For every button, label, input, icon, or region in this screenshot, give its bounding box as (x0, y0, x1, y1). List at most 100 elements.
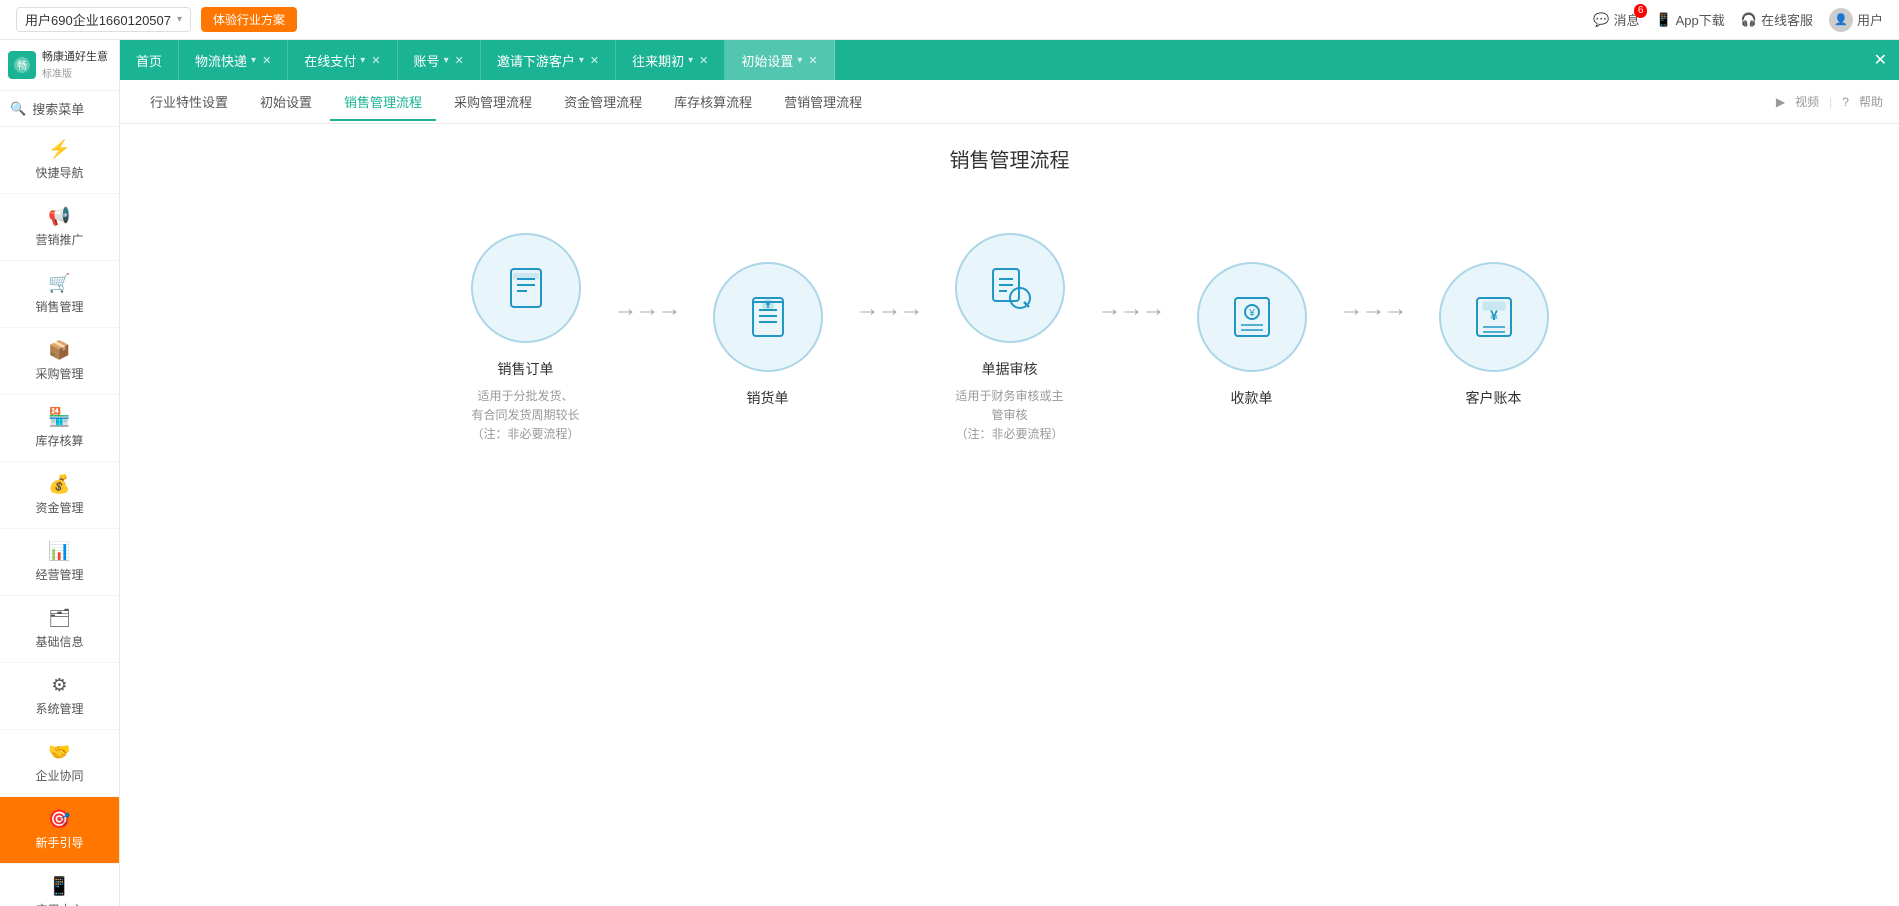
user-label: 用户 (1857, 10, 1883, 29)
company-selector[interactable]: 用户690企业1660120507 ▾ (16, 7, 191, 32)
top-bar: 用户690企业1660120507 ▾ 体验行业方案 💬 消息 6 📱 App下… (0, 0, 1899, 40)
divider: | (1829, 95, 1832, 109)
trial-button[interactable]: 体验行业方案 (201, 7, 297, 32)
nav-tab-close-2[interactable]: ✕ (371, 54, 380, 67)
online-service-item[interactable]: 🎧 在线客服 (1741, 10, 1813, 29)
svg-text:¥: ¥ (1248, 308, 1255, 319)
help-label[interactable]: 帮助 (1859, 93, 1883, 110)
app-download-icon: 📱 (1655, 12, 1671, 28)
svg-text:畅: 畅 (17, 59, 27, 72)
flow-step-name-customer-account: 客户账本 (1466, 388, 1522, 408)
flow-arrow-4: →→→ (1332, 295, 1414, 323)
video-label[interactable]: 视频 (1795, 93, 1819, 110)
nav-tab-0[interactable]: 首页 (120, 40, 179, 80)
sidebar-item-enterprise-coop[interactable]: 🤝企业协同 (0, 730, 119, 797)
marketing-label: 营销推广 (35, 231, 83, 248)
sidebar-logo: 畅 畅康通好生意 标准版 (0, 40, 119, 91)
avatar: 👤 (1829, 8, 1853, 32)
flow-step-desc-audit: 适用于财务审核或主 管审核 （注：非必要流程） (955, 387, 1063, 445)
nav-tab-label-2: 在线支付 (304, 51, 356, 70)
sidebar-item-purchase[interactable]: 📦采购管理 (0, 328, 119, 395)
message-icon-item[interactable]: 💬 消息 6 (1593, 10, 1639, 29)
sub-tab-6[interactable]: 营销管理流程 (770, 84, 876, 121)
message-badge: 6 (1634, 4, 1648, 18)
flow-step-name-receipt: 收款单 (1231, 388, 1273, 408)
sub-tab-2[interactable]: 销售管理流程 (330, 84, 436, 121)
company-name: 用户690企业1660120507 (25, 10, 171, 29)
flow-diagram: 销售订单适用于分批发货、 有合同发货周期较长 （注：非必要流程）→→→ 销货单→… (140, 213, 1879, 485)
sub-tab-1[interactable]: 初始设置 (246, 84, 326, 121)
finance-label: 资金管理 (35, 499, 83, 516)
quick-nav-icon: ⚡ (48, 139, 70, 160)
nav-tab-label-1: 物流快递 (195, 51, 247, 70)
sidebar-item-new-guide[interactable]: 🎯新手引导 (0, 797, 119, 864)
flow-step-customer-account[interactable]: ¥ 客户账本 (1414, 262, 1574, 416)
nav-tab-label-5: 往来期初 (632, 51, 684, 70)
nav-tab-6[interactable]: 初始设置 ▾✕ (725, 40, 834, 80)
sub-tab-4[interactable]: 资金管理流程 (550, 84, 656, 121)
nav-tab-label-6: 初始设置 (741, 51, 793, 70)
sidebar-item-finance[interactable]: 💰 资金管理 (0, 462, 119, 529)
message-icon: 💬 (1593, 12, 1609, 28)
video-help-icon: ▶ (1776, 95, 1785, 109)
sidebar-item-inventory[interactable]: 🏪 库存核算 (0, 395, 119, 462)
sidebar-item-operation[interactable]: 📊经营管理 (0, 529, 119, 596)
system-label: 系统管理 (35, 700, 83, 717)
finance-icon: 💰 (48, 474, 70, 495)
nav-tabs: 首页物流快递 ▾✕在线支付 ▾✕账号 ▾✕邀请下游客户 ▾✕往来期初 ▾✕初始设… (120, 40, 1899, 80)
flow-step-name-sales-order: 销售订单 (498, 359, 554, 379)
sub-tabs-container: 行业特性设置初始设置销售管理流程采购管理流程资金管理流程库存核算流程营销管理流程 (136, 84, 1772, 120)
nav-tabs-container: 首页物流快递 ▾✕在线支付 ▾✕账号 ▾✕邀请下游客户 ▾✕往来期初 ▾✕初始设… (120, 40, 1862, 80)
close-all-tabs-button[interactable]: ✕ (1862, 50, 1899, 70)
nav-tab-close-1[interactable]: ✕ (262, 54, 271, 67)
nav-tab-label-0: 首页 (136, 51, 162, 70)
sidebar-item-app-center[interactable]: 📱应用中心 (0, 864, 119, 906)
nav-tab-label-4: 邀请下游客户 (497, 51, 575, 70)
nav-tab-close-4[interactable]: ✕ (590, 54, 599, 67)
flow-circle-sales-order (471, 233, 581, 343)
logo-name: 畅康通好生意 (42, 50, 108, 65)
marketing-icon: 📢 (48, 206, 70, 227)
logo-icon: 畅 (8, 51, 36, 79)
flow-circle-audit (955, 233, 1065, 343)
user-item[interactable]: 👤 用户 (1829, 8, 1883, 32)
sidebar-item-system[interactable]: ⚙系统管理 (0, 663, 119, 730)
nav-tab-2[interactable]: 在线支付 ▾✕ (288, 40, 397, 80)
basic-label: 基础信息 (35, 633, 83, 650)
inventory-icon: 🏪 (48, 407, 70, 428)
page-content: 销售管理流程 销售订单适用于分批发货、 有合同发货周期较长 （注：非必要流程）→… (120, 124, 1899, 906)
purchase-label: 采购管理 (35, 365, 83, 382)
logo-text-block: 畅康通好生意 标准版 (42, 50, 108, 80)
nav-tab-label-3: 账号 (414, 51, 440, 70)
sub-tab-actions: ▶ 视频 | ? 帮助 (1776, 93, 1883, 110)
inventory-label: 库存核算 (35, 432, 83, 449)
logo-svg: 畅 (12, 55, 32, 75)
sidebar-item-basic[interactable]: 🗂基础信息 (0, 596, 119, 663)
nav-tab-close-3[interactable]: ✕ (455, 54, 464, 67)
flow-step-audit[interactable]: 单据审核适用于财务审核或主 管审核 （注：非必要流程） (930, 233, 1090, 445)
sub-tab-5[interactable]: 库存核算流程 (660, 84, 766, 121)
top-bar-left: 用户690企业1660120507 ▾ 体验行业方案 (16, 7, 297, 32)
sidebar-item-marketing[interactable]: 📢 营销推广 (0, 194, 119, 261)
nav-tab-5[interactable]: 往来期初 ▾✕ (616, 40, 725, 80)
app-download-item[interactable]: 📱 App下载 (1655, 10, 1724, 29)
nav-tab-chevron-4: ▾ (579, 55, 584, 66)
flow-arrow-1: →→→ (606, 295, 688, 323)
sidebar-item-sales[interactable]: 🛒销售管理 (0, 261, 119, 328)
flow-step-receipt[interactable]: ¥ 收款单 (1172, 262, 1332, 416)
sidebar-search[interactable]: 🔍 搜索菜单 (0, 91, 119, 127)
nav-tab-4[interactable]: 邀请下游客户 ▾ ✕ (481, 40, 616, 80)
flow-step-sales-order[interactable]: 销售订单适用于分批发货、 有合同发货周期较长 （注：非必要流程） (446, 233, 606, 445)
sidebar-item-quick-nav[interactable]: ⚡ 快捷导航 (0, 127, 119, 194)
flow-step-sales-invoice[interactable]: 销货单 (688, 262, 848, 416)
nav-tab-1[interactable]: 物流快递 ▾✕ (179, 40, 288, 80)
flow-circle-receipt: ¥ (1197, 262, 1307, 372)
sub-tab-3[interactable]: 采购管理流程 (440, 84, 546, 121)
nav-tab-close-6[interactable]: ✕ (808, 54, 817, 67)
nav-tab-3[interactable]: 账号 ▾✕ (398, 40, 481, 80)
sub-tab-0[interactable]: 行业特性设置 (136, 84, 242, 121)
nav-tab-close-5[interactable]: ✕ (699, 54, 708, 67)
sidebar: 畅 畅康通好生意 标准版 🔍 搜索菜单 ⚡ 快捷导航 📢 营销推广 🛒销售管理📦采购管理… (0, 40, 120, 906)
sales-icon: 🛒 (48, 273, 70, 294)
quick-nav-label: 快捷导航 (35, 164, 83, 181)
